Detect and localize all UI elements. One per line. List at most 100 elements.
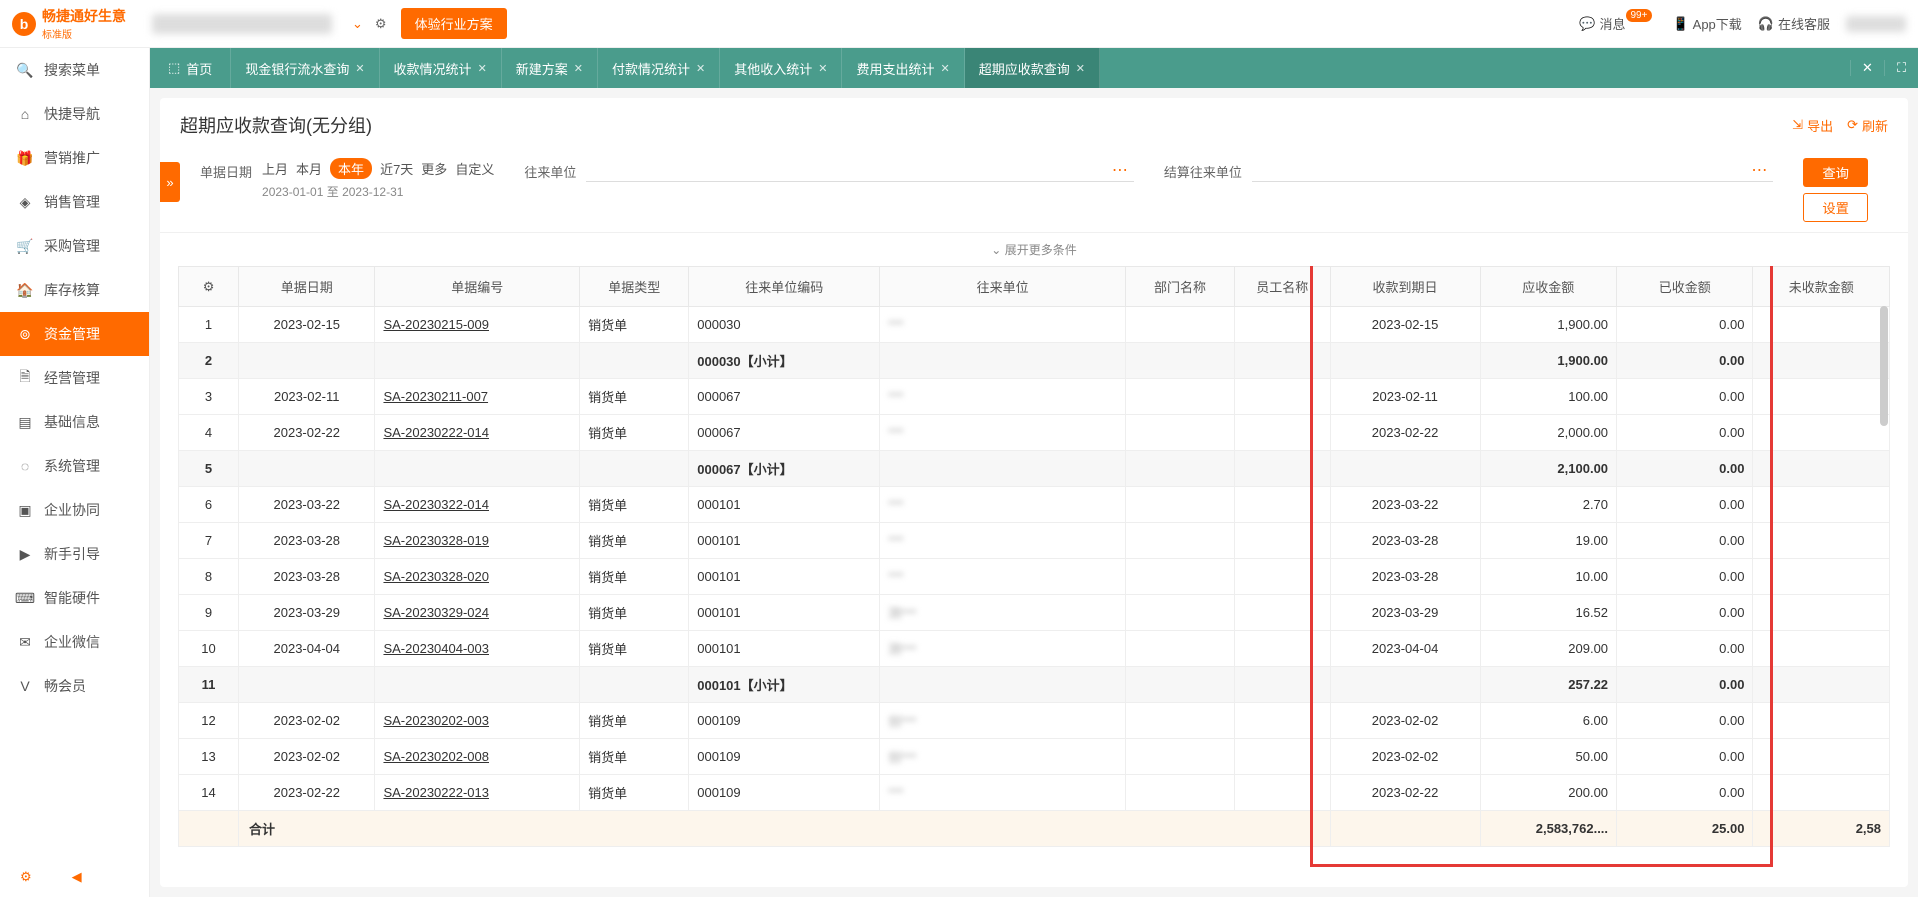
sidebar-item-2[interactable]: 🎁营销推广 (0, 136, 149, 180)
filter-unit-input[interactable] (586, 158, 1106, 181)
sidebar-item-0[interactable]: 🔍搜索菜单 (0, 48, 149, 92)
date-quick-0[interactable]: 上月 (262, 159, 288, 178)
th-type[interactable]: 单据类型 (580, 267, 689, 307)
filter-collapse-handle[interactable]: » (160, 162, 180, 202)
tab-close-icon[interactable]: ✕ (574, 62, 583, 75)
doc-link[interactable]: SA-20230211-007 (383, 389, 488, 404)
doc-link[interactable]: SA-20230222-014 (383, 425, 489, 440)
org-dropdown-icon[interactable]: ⌄ (352, 16, 363, 32)
th-docno[interactable]: 单据编号 (375, 267, 580, 307)
tab-3[interactable]: 付款情况统计✕ (598, 48, 720, 88)
tab-close-icon[interactable]: ✕ (696, 62, 705, 75)
tab-close-icon[interactable]: ✕ (355, 62, 364, 75)
sidebar-item-5[interactable]: 🏠库存核算 (0, 268, 149, 312)
table-row[interactable]: 6 2023-03-22 SA-20230322-014 销货单 000101 … (179, 487, 1890, 523)
doc-link[interactable]: SA-20230322-014 (383, 497, 489, 512)
date-quick-3[interactable]: 近7天 (380, 159, 413, 178)
sidebar-item-4[interactable]: 🛒采购管理 (0, 224, 149, 268)
table-row[interactable]: 8 2023-03-28 SA-20230328-020 销货单 000101 … (179, 559, 1890, 595)
date-quick-5[interactable]: 自定义 (455, 159, 494, 178)
filter-unit-more-icon[interactable]: ⋯ (1106, 160, 1134, 180)
vertical-scrollbar[interactable] (1880, 306, 1888, 426)
doc-link[interactable]: SA-20230215-009 (383, 317, 489, 332)
messages-link[interactable]: 💬 消息 99+ (1579, 14, 1656, 33)
online-service-link[interactable]: 🎧 在线客服 (1758, 14, 1830, 33)
table-subtotal-row[interactable]: 11 000101【小计】 257.22 0.00 (179, 667, 1890, 703)
table-row[interactable]: 7 2023-03-28 SA-20230328-019 销货单 000101 … (179, 523, 1890, 559)
th-code[interactable]: 往来单位编码 (689, 267, 880, 307)
trial-button[interactable]: 体验行业方案 (401, 8, 507, 39)
table-row[interactable]: 13 2023-02-02 SA-20230202-008 销货单 000109… (179, 739, 1890, 775)
table-subtotal-row[interactable]: 2 000030【小计】 1,900.00 0.00 (179, 343, 1890, 379)
th-paid[interactable]: 已收金额 (1617, 267, 1753, 307)
sidebar-item-14[interactable]: V畅会员 (0, 664, 149, 708)
table-row[interactable]: 9 2023-03-29 SA-20230329-024 销货单 000101 … (179, 595, 1890, 631)
th-unit[interactable]: 往来单位 (880, 267, 1126, 307)
sidebar-item-10[interactable]: ▣企业协同 (0, 488, 149, 532)
settings-button[interactable]: 设置 (1803, 193, 1868, 222)
tab-1[interactable]: 收款情况统计✕ (380, 48, 502, 88)
tab-close-icon[interactable]: ✕ (818, 62, 827, 75)
sidebar-item-13[interactable]: ✉企业微信 (0, 620, 149, 664)
doc-link[interactable]: SA-20230404-003 (383, 641, 489, 656)
filter-settle-more-icon[interactable]: ⋯ (1745, 160, 1773, 180)
sidebar-item-8[interactable]: ▤基础信息 (0, 400, 149, 444)
date-quick-4[interactable]: 更多 (421, 159, 447, 178)
expand-more-conditions[interactable]: ⌄ 展开更多条件 (160, 232, 1908, 266)
doc-link[interactable]: SA-20230328-020 (383, 569, 489, 584)
date-range-text: 2023-01-01 至 2023-12-31 (262, 183, 494, 200)
sidebar-item-1[interactable]: ⌂快捷导航 (0, 92, 149, 136)
th-due[interactable]: 收款到期日 (1330, 267, 1480, 307)
sidebar-item-3[interactable]: ◈销售管理 (0, 180, 149, 224)
doc-link[interactable]: SA-20230329-024 (383, 605, 489, 620)
sidebar-item-11[interactable]: ▶新手引导 (0, 532, 149, 576)
refresh-button[interactable]: ⟳刷新 (1847, 116, 1888, 135)
doc-link[interactable]: SA-20230202-003 (383, 713, 489, 728)
sidebar-item-6[interactable]: ⊚资金管理 (0, 312, 149, 356)
tab-label: 超期应收款查询 (979, 59, 1070, 78)
table-row[interactable]: 3 2023-02-11 SA-20230211-007 销货单 000067 … (179, 379, 1890, 415)
tab-4[interactable]: 其他收入统计✕ (720, 48, 842, 88)
sidebar-item-12[interactable]: ⌨智能硬件 (0, 576, 149, 620)
app-download-link[interactable]: 📱 App下载 (1672, 14, 1741, 33)
tab-close-icon[interactable]: ✕ (478, 62, 487, 75)
tabs-fullscreen[interactable]: ⛶ (1884, 60, 1918, 76)
filter-settle-input[interactable] (1252, 158, 1746, 181)
export-icon: ⇲ (1792, 117, 1803, 133)
table-row[interactable]: 12 2023-02-02 SA-20230202-003 销货单 000109… (179, 703, 1890, 739)
doc-link[interactable]: SA-20230222-013 (383, 785, 489, 800)
sync-icon: ◌ (16, 457, 34, 475)
th-dept[interactable]: 部门名称 (1125, 267, 1234, 307)
tab-close-icon[interactable]: ✕ (1076, 62, 1085, 75)
doc-link[interactable]: SA-20230202-008 (383, 749, 489, 764)
table-subtotal-row[interactable]: 5 000067【小计】 2,100.00 0.00 (179, 451, 1890, 487)
table-row[interactable]: 1 2023-02-15 SA-20230215-009 销货单 000030 … (179, 307, 1890, 343)
table-row[interactable]: 10 2023-04-04 SA-20230404-003 销货单 000101… (179, 631, 1890, 667)
th-date[interactable]: 单据日期 (239, 267, 375, 307)
date-quick-2[interactable]: 本年 (330, 158, 372, 179)
tab-0[interactable]: 现金银行流水查询✕ (231, 48, 379, 88)
table-row[interactable]: 14 2023-02-22 SA-20230222-013 销货单 000109… (179, 775, 1890, 811)
tab-5[interactable]: 费用支出统计✕ (842, 48, 964, 88)
doc-link[interactable]: SA-20230328-019 (383, 533, 489, 548)
export-button[interactable]: ⇲导出 (1792, 116, 1833, 135)
search-button[interactable]: 查询 (1803, 158, 1868, 187)
tab-close-icon[interactable]: ✕ (941, 62, 950, 75)
sidebar-item-9[interactable]: ◌系统管理 (0, 444, 149, 488)
sidebar-collapse-icon[interactable]: ◀ (72, 869, 82, 885)
date-quick-1[interactable]: 本月 (296, 159, 322, 178)
table-gear-header[interactable]: ⚙ (179, 267, 239, 307)
table-row[interactable]: 4 2023-02-22 SA-20230222-014 销货单 000067 … (179, 415, 1890, 451)
tab-6[interactable]: 超期应收款查询 ✕ (965, 48, 1100, 88)
th-recv[interactable]: 应收金额 (1480, 267, 1616, 307)
tab-home[interactable]: ⬚ 首页 (150, 48, 231, 88)
sidebar-settings-icon[interactable]: ⚙ (20, 869, 32, 885)
tab-2[interactable]: 新建方案✕ (502, 48, 598, 88)
sidebar-item-7[interactable]: 🗎经营管理 (0, 356, 149, 400)
home-icon: ⬚ (168, 60, 180, 76)
header-gear-icon[interactable]: ⚙ (375, 16, 387, 32)
th-unpaid[interactable]: 未收款金额 (1753, 267, 1890, 307)
messages-label: 消息 (1599, 14, 1625, 33)
tabs-close-all[interactable]: ✕ (1850, 60, 1884, 76)
th-emp[interactable]: 员工名称 (1235, 267, 1331, 307)
